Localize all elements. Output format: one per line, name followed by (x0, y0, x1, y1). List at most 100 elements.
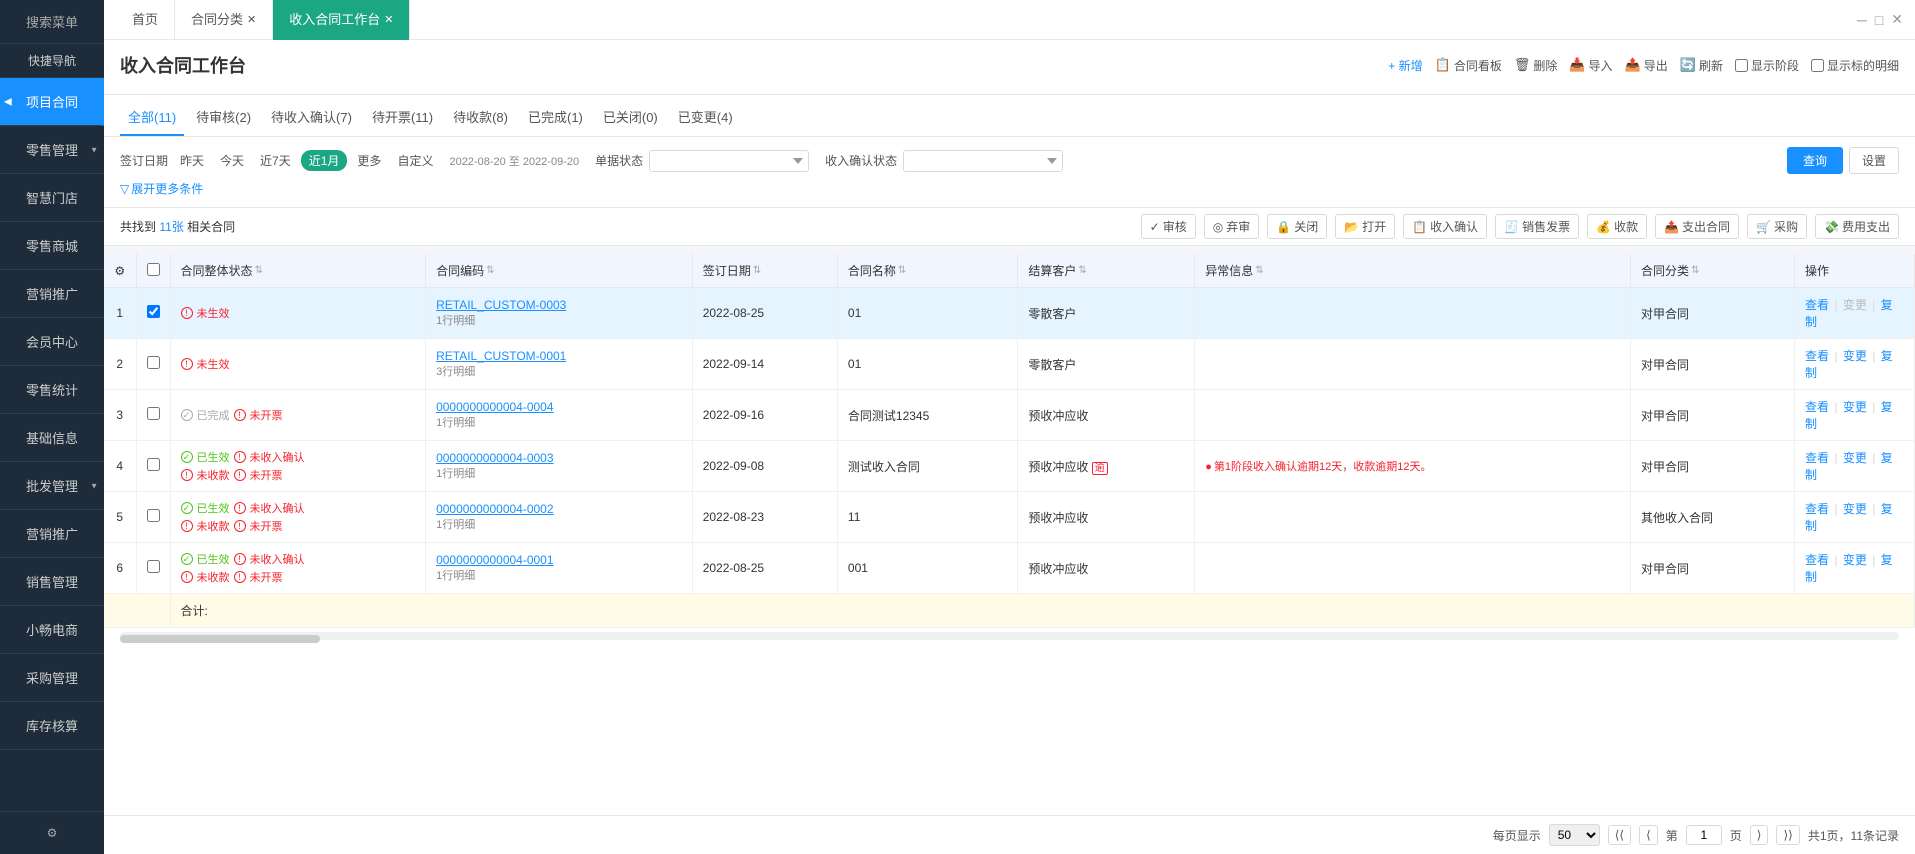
filter-tab-pending-confirm[interactable]: 待收入确认(7) (263, 103, 360, 136)
date-custom[interactable]: 自定义 (391, 150, 439, 171)
th-error-info[interactable]: 异常信息 (1195, 254, 1631, 288)
th-sign-date[interactable]: 签订日期 (692, 254, 837, 288)
filter-tab-changed[interactable]: 已变更(4) (670, 103, 741, 136)
th-code[interactable]: 合同编码 (426, 254, 693, 288)
sidebar-search[interactable]: 搜索菜单 (0, 0, 104, 44)
setting-button[interactable]: 设置 (1849, 147, 1899, 174)
scrollbar-thumb[interactable] (120, 635, 320, 643)
cell-customer: 预收冲应收 (1018, 492, 1195, 543)
show-stage-checkbox[interactable]: 显示阶段 (1735, 57, 1799, 74)
close-button[interactable]: ✕ (1891, 11, 1903, 28)
cell-checkbox[interactable] (136, 288, 170, 339)
sidebar-item-marketing1[interactable]: 营销推广 (0, 270, 104, 318)
filter-tab-pending-review[interactable]: 待审核(2) (188, 103, 259, 136)
sidebar-item-project[interactable]: 项目合同 ◀ (0, 78, 104, 126)
sidebar-item-basic-info[interactable]: 基础信息 (0, 414, 104, 462)
date-more[interactable]: 更多 (351, 150, 387, 171)
cell-checkbox[interactable] (136, 441, 170, 492)
minimize-button[interactable]: ─ (1857, 12, 1867, 28)
cell-checkbox[interactable] (136, 339, 170, 390)
tab-contract-type-close[interactable]: ✕ (247, 0, 256, 40)
op-view[interactable]: 查看 (1805, 349, 1829, 363)
filter-tab-completed[interactable]: 已完成(1) (520, 103, 591, 136)
op-change[interactable]: 变更 (1843, 451, 1867, 465)
collection-button[interactable]: 💰 收款 (1587, 214, 1647, 239)
filter-tab-all[interactable]: 全部(11) (120, 103, 184, 136)
filter-tab-pending-payment[interactable]: 待收款(8) (445, 103, 516, 136)
cell-checkbox[interactable] (136, 543, 170, 594)
op-view[interactable]: 查看 (1805, 400, 1829, 414)
op-change[interactable]: 变更 (1843, 349, 1867, 363)
sidebar-settings[interactable]: ⚙ (0, 811, 104, 854)
page-input[interactable] (1686, 825, 1722, 845)
close-button-action[interactable]: 🔒 关闭 (1267, 214, 1327, 239)
op-view[interactable]: 查看 (1805, 553, 1829, 567)
query-button[interactable]: 查询 (1787, 147, 1843, 174)
next-page-button[interactable]: ⟩ (1750, 825, 1769, 845)
op-view[interactable]: 查看 (1805, 451, 1829, 465)
sidebar-item-sales-mgmt[interactable]: 销售管理 (0, 558, 104, 606)
sidebar-item-batch-mgmt[interactable]: 批发管理 (0, 462, 104, 510)
export-button[interactable]: 📤 导出 (1625, 57, 1668, 74)
tab-income-contract-close[interactable]: ✕ (384, 0, 393, 40)
op-change[interactable]: 变更 (1843, 502, 1867, 516)
expense-button[interactable]: 💸 费用支出 (1815, 214, 1899, 239)
income-confirm-button[interactable]: 📋 收入确认 (1403, 214, 1487, 239)
sidebar-item-member[interactable]: 会员中心 (0, 318, 104, 366)
abandon-button[interactable]: ◎ 弃审 (1204, 214, 1260, 239)
sidebar-item-retail-mgmt[interactable]: 零售管理 (0, 126, 104, 174)
show-detail-checkbox[interactable]: 显示标的明细 (1811, 57, 1899, 74)
sidebar-item-xiaochu[interactable]: 小畅电商 (0, 606, 104, 654)
date-last1month[interactable]: 近1月 (301, 150, 348, 171)
op-view[interactable]: 查看 (1805, 298, 1829, 312)
income-confirm-select[interactable] (903, 150, 1063, 172)
tab-home[interactable]: 首页 (116, 0, 175, 40)
sidebar-item-retail-stat[interactable]: 零售统计 (0, 366, 104, 414)
op-change[interactable]: 变更 (1843, 553, 1867, 567)
payment-out-button[interactable]: 📤 支出合同 (1655, 214, 1739, 239)
date-yesterday[interactable]: 昨天 (174, 150, 210, 171)
date-last7[interactable]: 近7天 (254, 150, 297, 171)
filter-tab-closed[interactable]: 已关闭(0) (595, 103, 666, 136)
import-button[interactable]: 📥 导入 (1569, 57, 1612, 74)
scrollbar-track[interactable] (120, 632, 1899, 640)
op-view[interactable]: 查看 (1805, 502, 1829, 516)
cell-operation: 查看 | 变更 | 复制 (1795, 441, 1915, 492)
th-checkbox[interactable] (136, 254, 170, 288)
sidebar-item-marketing2[interactable]: 营销推广 (0, 510, 104, 558)
maximize-button[interactable]: □ (1875, 12, 1883, 28)
op-change[interactable]: 变更 (1843, 400, 1867, 414)
refresh-button[interactable]: 🔄 刷新 (1680, 57, 1723, 74)
refresh-icon: 🔄 (1680, 57, 1696, 73)
sidebar-item-purchase[interactable]: 采购管理 (0, 654, 104, 702)
first-page-button[interactable]: ⟨⟨ (1608, 825, 1631, 845)
th-status[interactable]: 合同整体状态 (170, 254, 426, 288)
date-today[interactable]: 今天 (214, 150, 250, 171)
doc-status-select[interactable] (649, 150, 809, 172)
sidebar-item-inventory[interactable]: 库存核算 (0, 702, 104, 750)
sidebar-quick-nav[interactable]: 快捷导航 (0, 44, 104, 78)
contract-board-icon: 📋 (1435, 57, 1451, 73)
page-size-select[interactable]: 50 20 100 (1549, 824, 1600, 846)
delete-button[interactable]: 🗑 删除 (1514, 57, 1558, 74)
th-settings[interactable]: ⚙ (104, 254, 136, 288)
cell-checkbox[interactable] (136, 390, 170, 441)
cell-checkbox[interactable] (136, 492, 170, 543)
open-button[interactable]: 📂 打开 (1335, 214, 1395, 239)
review-button[interactable]: ✓ 审核 (1141, 214, 1196, 239)
th-contract-type[interactable]: 合同分类 (1631, 254, 1795, 288)
sidebar-item-retail-mall[interactable]: 零售商城 (0, 222, 104, 270)
expand-conditions-btn[interactable]: ▽ 展开更多条件 (120, 180, 1899, 197)
filter-tab-pending-invoice[interactable]: 待开票(11) (364, 103, 441, 136)
purchase-button[interactable]: 🛒 采购 (1747, 214, 1807, 239)
new-button[interactable]: + 新增 (1388, 57, 1422, 74)
sidebar-item-smart-store[interactable]: 智慧门店 (0, 174, 104, 222)
tab-contract-type[interactable]: 合同分类 ✕ (175, 0, 273, 40)
last-page-button[interactable]: ⟩⟩ (1776, 825, 1799, 845)
th-customer[interactable]: 结算客户 (1018, 254, 1195, 288)
th-name[interactable]: 合同名称 (837, 254, 1017, 288)
prev-page-button[interactable]: ⟨ (1639, 825, 1658, 845)
sales-invoice-button[interactable]: 🧾 销售发票 (1495, 214, 1579, 239)
contract-board-button[interactable]: 📋 合同看板 (1435, 57, 1502, 74)
tab-income-contract[interactable]: 收入合同工作台 ✕ (273, 0, 410, 40)
